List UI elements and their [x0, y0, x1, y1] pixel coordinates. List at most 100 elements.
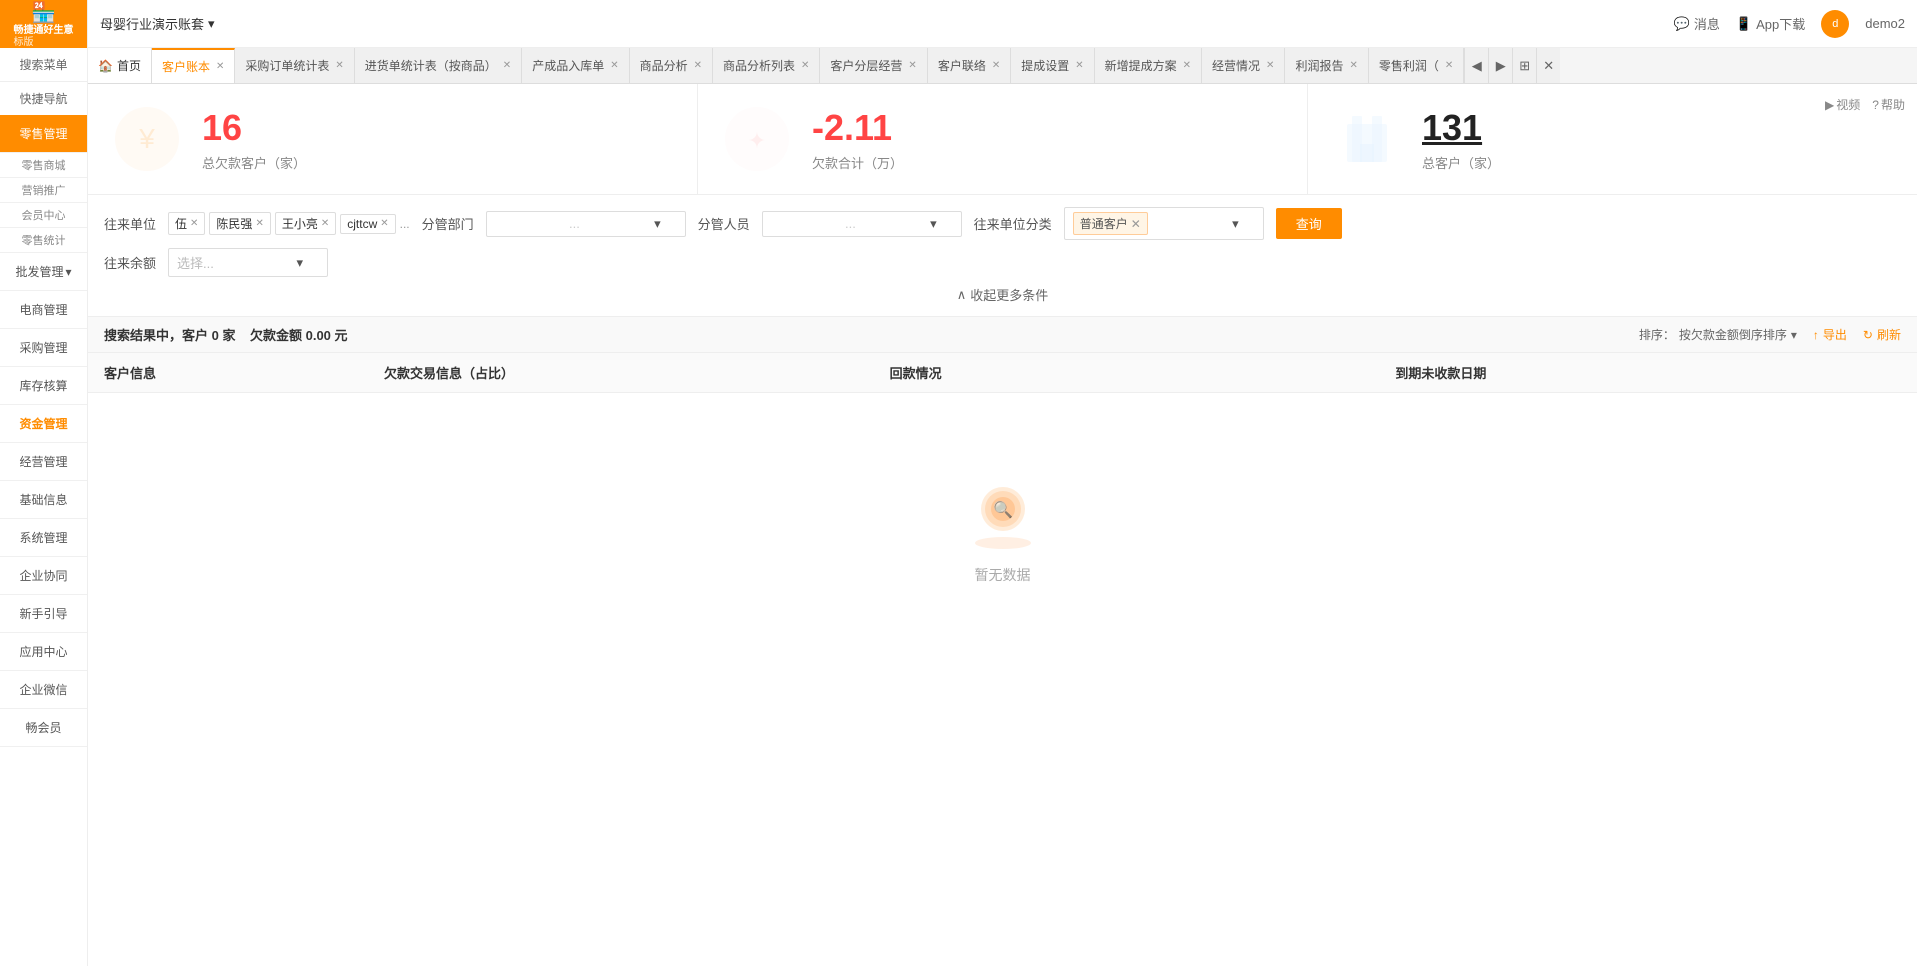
tabs-close-all-btn[interactable]: ✕ — [1536, 48, 1560, 84]
video-help-btn[interactable]: ▶ 视频 — [1825, 96, 1860, 113]
tab-profit-report[interactable]: 利润报告 ✕ — [1285, 48, 1368, 84]
tabs-scroll-right[interactable]: ▶ — [1488, 48, 1512, 84]
sidebar-item-app-center[interactable]: 应用中心 — [0, 633, 87, 671]
debt-prefix: 欠款金额 — [250, 328, 302, 343]
sidebar-item-purchase[interactable]: 采购管理 — [0, 329, 87, 367]
refresh-icon: ↻ — [1863, 328, 1873, 342]
tab-close-icon[interactable]: ✕ — [992, 60, 1000, 71]
tab-close-icon[interactable]: ✕ — [1266, 60, 1274, 71]
tab-close-icon[interactable]: ✕ — [216, 61, 224, 72]
tab-product-analysis-list[interactable]: 商品分析列表 ✕ — [713, 48, 820, 84]
refresh-btn[interactable]: ↻ 刷新 — [1863, 326, 1901, 343]
debt-amount: 0.00 — [306, 328, 331, 343]
download-icon: 📱 — [1736, 16, 1752, 32]
tab-close-icon[interactable]: ✕ — [694, 60, 702, 71]
branch-dept-select[interactable]: ... ▾ — [486, 211, 686, 237]
sidebar-item-newbie[interactable]: 新手引导 — [0, 595, 87, 633]
sidebar-item-label: 库存核算 — [19, 379, 67, 393]
store-selector[interactable]: 母婴行业演示账套 ▾ — [100, 14, 215, 33]
stats-row: ¥ 16 总欠款客户（家） ✦ -2.11 欠款合计 — [88, 84, 1917, 195]
sidebar-subitem-member[interactable]: 会员中心 — [0, 203, 87, 228]
sidebar-item-label: 基础信息 — [19, 493, 67, 507]
export-btn[interactable]: ↑ 导出 — [1813, 326, 1847, 343]
sidebar-item-label: 畅会员 — [25, 721, 61, 735]
tab-product-analysis[interactable]: 商品分析 ✕ — [630, 48, 713, 84]
messages-btn[interactable]: 💬 消息 — [1674, 14, 1720, 33]
tab-new-promo[interactable]: 新增提成方案 ✕ — [1095, 48, 1202, 84]
sidebar-item-system[interactable]: 系统管理 — [0, 519, 87, 557]
sort-select[interactable]: 排序： 按欠款金额倒序排序 ▾ — [1639, 326, 1797, 343]
sidebar-subitem-label: 会员中心 — [22, 210, 66, 222]
sort-prefix: 排序： — [1639, 326, 1675, 343]
tabs-scroll-left[interactable]: ◀ — [1464, 48, 1488, 84]
sidebar-item-ecommerce[interactable]: 电商管理 — [0, 291, 87, 329]
question-icon: ? — [1872, 98, 1879, 112]
balance-placeholder: 选择... — [177, 253, 214, 272]
export-label: 导出 — [1823, 326, 1847, 343]
building-stat-icon — [1332, 104, 1402, 174]
sidebar-item-operation[interactable]: 经营管理 — [0, 443, 87, 481]
sidebar-subitem-retail-mall[interactable]: 零售商城 — [0, 153, 87, 178]
tab-customer-tier[interactable]: 客户分层经营 ✕ — [820, 48, 927, 84]
unit-class-select[interactable]: 普通客户 ✕ ▾ — [1064, 207, 1264, 240]
tab-close-icon[interactable]: ✕ — [610, 60, 618, 71]
tag-label-0: 伍 — [175, 215, 187, 232]
stat-card-total: 131 总客户（家） ▶ 视频 ? 帮助 — [1308, 84, 1917, 194]
chevron-down-icon: ▾ — [65, 265, 71, 279]
tab-promo-settings[interactable]: 提成设置 ✕ — [1011, 48, 1094, 84]
tab-close-icon[interactable]: ✕ — [908, 60, 916, 71]
tab-label: 商品分析 — [640, 57, 688, 74]
tag-close-2[interactable]: ✕ — [321, 218, 329, 229]
tag-close-1[interactable]: ✕ — [255, 218, 263, 229]
sidebar-subitem-retail-stats[interactable]: 零售统计 — [0, 228, 87, 253]
main-area: 母婴行业演示账套 ▾ 💬 消息 📱 App下载 d demo2 🏠 首页 — [88, 0, 1917, 966]
quick-nav-btn[interactable]: 快捷导航 — [0, 82, 87, 115]
sidebar-item-finance[interactable]: 资金管理 — [0, 405, 87, 443]
svg-text:✦: ✦ — [748, 128, 766, 153]
tab-close-icon[interactable]: ✕ — [1445, 60, 1453, 71]
tab-home[interactable]: 🏠 首页 — [88, 48, 152, 84]
tabs-menu-btn[interactable]: ⊞ — [1512, 48, 1536, 84]
filter-area: 往来单位 伍 ✕ 陈民强 ✕ 王小亮 ✕ cjttcw — [88, 195, 1917, 317]
col-header-collection: 回款情况 — [890, 363, 1396, 382]
tab-close-icon[interactable]: ✕ — [801, 60, 809, 71]
tab-product-inbound[interactable]: 产成品入库单 ✕ — [522, 48, 629, 84]
tab-stock-stats[interactable]: 进货单统计表（按商品） ✕ — [355, 48, 522, 84]
tab-customer-book[interactable]: 客户账本 ✕ — [152, 48, 235, 84]
stat-info-total: 131 总客户（家） — [1422, 107, 1500, 172]
collapse-btn[interactable]: ∧ 收起更多条件 — [957, 285, 1049, 304]
tab-close-icon[interactable]: ✕ — [335, 60, 343, 71]
search-menu-btn[interactable]: 搜索菜单 — [0, 48, 87, 82]
chevron-down-icon: ▾ — [296, 255, 303, 271]
query-button[interactable]: 查询 — [1276, 208, 1342, 239]
filter-more-btn[interactable]: ... — [400, 217, 410, 231]
unit-class-tag-close[interactable]: ✕ — [1131, 217, 1141, 231]
sidebar-item-label-finance: 资金管理 — [19, 417, 67, 431]
sidebar-item-enterprise[interactable]: 企业协同 — [0, 557, 87, 595]
tab-retail-profit[interactable]: 零售利润（ ✕ — [1369, 48, 1464, 84]
tab-close-icon[interactable]: ✕ — [1075, 60, 1083, 71]
sidebar-item-wechat-work[interactable]: 企业微信 — [0, 671, 87, 709]
tab-close-icon[interactable]: ✕ — [1183, 60, 1191, 71]
tab-close-icon[interactable]: ✕ — [503, 60, 511, 71]
sidebar-item-basic-info[interactable]: 基础信息 — [0, 481, 87, 519]
tab-close-icon[interactable]: ✕ — [1349, 60, 1357, 71]
sidebar-item-wholesale[interactable]: 批发管理 ▾ — [0, 253, 87, 291]
sidebar-subitem-marketing[interactable]: 营销推广 — [0, 178, 87, 203]
balance-select[interactable]: 选择... ▾ — [168, 248, 328, 277]
help-btn[interactable]: ? 帮助 — [1872, 96, 1905, 113]
tag-close-0[interactable]: ✕ — [190, 218, 198, 229]
tab-purchase-order[interactable]: 采购订单统计表 ✕ — [235, 48, 354, 84]
play-icon: ▶ — [1825, 98, 1834, 112]
sidebar-item-inventory[interactable]: 库存核算 — [0, 367, 87, 405]
branch-person-select[interactable]: ... ▾ — [762, 211, 962, 237]
sidebar-item-vip[interactable]: 畅会员 — [0, 709, 87, 747]
sidebar-subitem-label: 营销推广 — [22, 185, 66, 197]
tab-label: 经营情况 — [1212, 57, 1260, 74]
tag-close-3[interactable]: ✕ — [380, 218, 388, 229]
tab-operation[interactable]: 经营情况 ✕ — [1202, 48, 1285, 84]
sidebar-item-retail[interactable]: 零售管理 — [0, 115, 87, 153]
tag-label-3: cjttcw — [347, 217, 377, 231]
app-download-btn[interactable]: 📱 App下载 — [1736, 14, 1805, 33]
tab-customer-contact[interactable]: 客户联络 ✕ — [928, 48, 1011, 84]
